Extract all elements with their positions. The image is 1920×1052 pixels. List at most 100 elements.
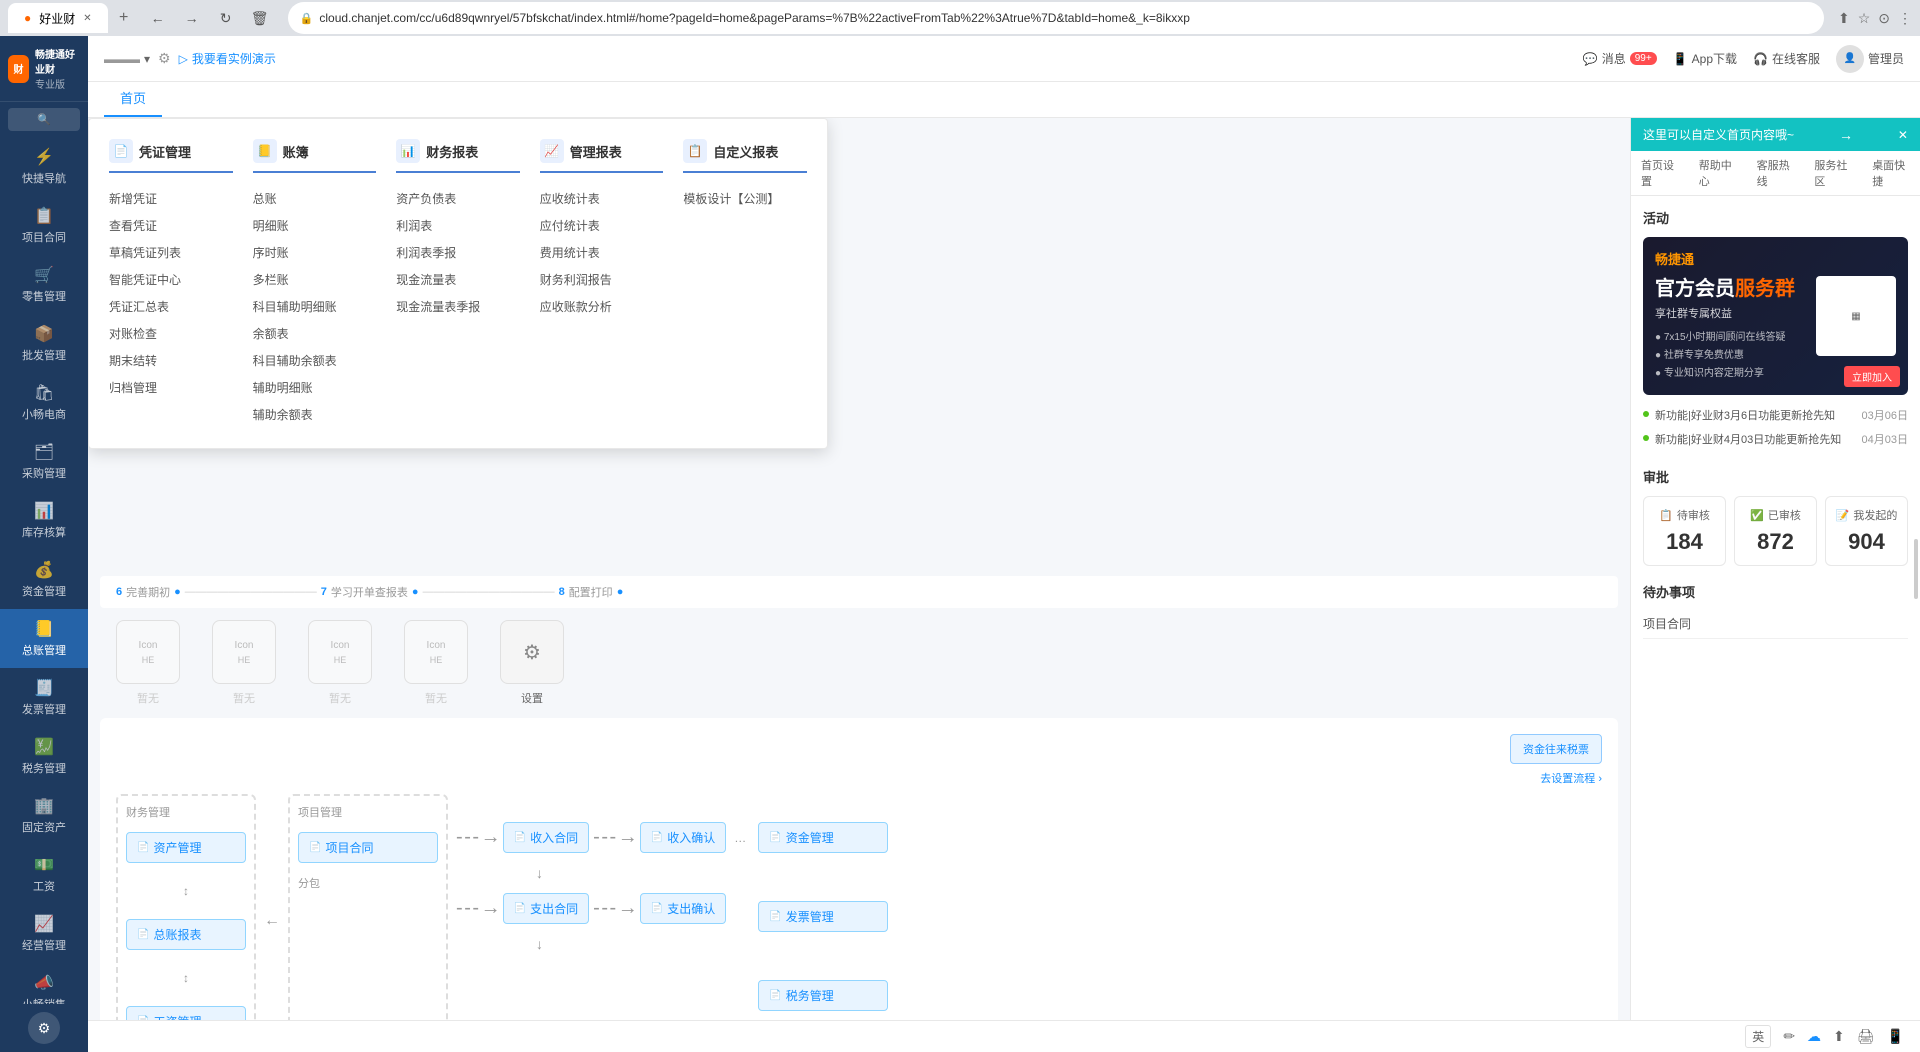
menu-balance-sheet[interactable]: 余额表 xyxy=(253,320,377,347)
quick-nav-help[interactable]: 帮助中心 xyxy=(1689,151,1747,195)
circle-icon[interactable]: ⊙ xyxy=(1878,10,1890,27)
sidebar-item-inventory[interactable]: 📊 库存核算 xyxy=(0,491,88,550)
upload-icon-bottom[interactable]: ⬆ xyxy=(1833,1028,1845,1045)
sidebar-item-operations[interactable]: 📈 经营管理 xyxy=(0,904,88,963)
banner-close-icon[interactable]: ✕ xyxy=(1898,128,1908,142)
cloud-icon[interactable]: ☁ xyxy=(1807,1028,1821,1045)
flow-general-report[interactable]: 📄 总账报表 xyxy=(126,919,246,950)
news-item-2[interactable]: 新功能|好业财4月03日功能更新抢先知 04月03日 xyxy=(1643,427,1908,451)
menu-profit-loss[interactable]: 利润表 xyxy=(396,212,520,239)
lang-btn[interactable]: 英 xyxy=(1745,1025,1771,1048)
todo-item-1[interactable]: 项目合同 xyxy=(1643,609,1908,639)
company-selector[interactable]: ▬▬▬ ▾ xyxy=(104,52,150,66)
icon-box-3[interactable]: Icon HE xyxy=(308,620,372,684)
menu-payable-stats[interactable]: 应付统计表 xyxy=(540,212,664,239)
sidebar-item-finance[interactable]: 💰 资金管理 xyxy=(0,550,88,609)
menu-aux-balance[interactable]: 辅助余额表 xyxy=(253,401,377,428)
delete-btn[interactable]: 🗑 xyxy=(246,4,274,32)
upload-icon[interactable]: ⬆ xyxy=(1838,10,1850,27)
edit-icon[interactable]: ✏ xyxy=(1783,1028,1795,1045)
app-download-btn[interactable]: 📱 App下载 xyxy=(1673,50,1737,67)
menu-detail-ledger[interactable]: 明细账 xyxy=(253,212,377,239)
demo-link[interactable]: ▷ 我要看实例演示 xyxy=(179,50,276,67)
sidebar-settings-btn[interactable]: ⚙ xyxy=(28,1012,60,1044)
menu-draft-voucher[interactable]: 草稿凭证列表 xyxy=(109,239,233,266)
quick-nav-home-settings[interactable]: 首页设置 xyxy=(1631,151,1689,195)
flow-tax-mgmt[interactable]: 📄 税务管理 xyxy=(758,980,888,1011)
flow-invoice-mgmt[interactable]: 📄 发票管理 xyxy=(758,901,888,932)
flow-income-contract[interactable]: 📄 收入合同 xyxy=(503,822,589,853)
menu-subject-aux-detail[interactable]: 科目辅助明细账 xyxy=(253,293,377,320)
menu-profit-quarterly[interactable]: 利润表季报 xyxy=(396,239,520,266)
flow-fund-mgmt[interactable]: 📄 资金管理 xyxy=(758,822,888,853)
menu-icon[interactable]: ⋮ xyxy=(1898,10,1912,27)
menu-aux-detail-ledger[interactable]: 辅助明细账 xyxy=(253,374,377,401)
menu-general-ledger[interactable]: 总账 xyxy=(253,185,377,212)
menu-balance-statement[interactable]: 资产负债表 xyxy=(396,185,520,212)
refresh-btn[interactable]: ↻ xyxy=(212,4,240,32)
flow-income-confirm[interactable]: 📄 收入确认 xyxy=(640,822,726,853)
setup-flow-link[interactable]: 去设置流程 › xyxy=(116,770,1602,786)
sidebar-item-shortcut[interactable]: ⚡ 快捷导航 xyxy=(0,137,88,196)
sidebar-item-salary[interactable]: 💵 工资 xyxy=(0,845,88,904)
sidebar-item-retail[interactable]: 🛒 零售管理 xyxy=(0,255,88,314)
sidebar-item-ecommerce[interactable]: 🛍 小畅电商 xyxy=(0,373,88,432)
menu-profit-report[interactable]: 财务利润报告 xyxy=(540,266,664,293)
sidebar-item-wholesale[interactable]: 📦 批发管理 xyxy=(0,314,88,373)
menu-voucher-summary[interactable]: 凭证汇总表 xyxy=(109,293,233,320)
cashier-btn[interactable]: 资金往来税票 xyxy=(1510,734,1602,764)
approval-card-pending[interactable]: 📋 待审核 184 xyxy=(1643,496,1726,566)
close-customize-btn[interactable]: → xyxy=(1839,127,1853,143)
menu-expense-stats[interactable]: 费用统计表 xyxy=(540,239,664,266)
online-service-btn[interactable]: 🎧 在线客服 xyxy=(1753,50,1820,67)
approval-card-initiated[interactable]: 📝 我发起的 904 xyxy=(1825,496,1908,566)
flow-expense-confirm[interactable]: 📄 支出确认 xyxy=(640,893,726,924)
menu-template-design[interactable]: 模板设计【公测】 xyxy=(683,185,807,212)
sidebar-item-project[interactable]: 📋 项目合同 xyxy=(0,196,88,255)
settings-gear-icon[interactable]: ⚙ xyxy=(158,50,171,67)
sidebar-item-general[interactable]: 📒 总账管理 xyxy=(0,609,88,668)
active-tab[interactable]: ● 好业财 ✕ xyxy=(8,3,108,33)
quick-nav-desktop[interactable]: 桌面快捷 xyxy=(1862,151,1920,195)
print-icon[interactable]: 🖨 xyxy=(1857,1028,1875,1045)
menu-reconciliation[interactable]: 对账检查 xyxy=(109,320,233,347)
back-btn[interactable]: ← xyxy=(144,4,172,32)
icon-box-1[interactable]: Icon HE xyxy=(116,620,180,684)
join-btn[interactable]: 立即加入 xyxy=(1844,366,1900,387)
menu-multi-column-ledger[interactable]: 多栏账 xyxy=(253,266,377,293)
forward-btn[interactable]: → xyxy=(178,4,206,32)
quick-nav-customer[interactable]: 客服热线 xyxy=(1747,151,1805,195)
menu-archive[interactable]: 归档管理 xyxy=(109,374,233,401)
menu-chronological-ledger[interactable]: 序时账 xyxy=(253,239,377,266)
menu-period-end[interactable]: 期末结转 xyxy=(109,347,233,374)
menu-receivable-stats[interactable]: 应收统计表 xyxy=(540,185,664,212)
new-tab-btn[interactable]: + xyxy=(112,6,136,30)
sidebar-item-purchase[interactable]: 🗂 采购管理 xyxy=(0,432,88,491)
menu-cashflow-quarterly[interactable]: 现金流量表季报 xyxy=(396,293,520,320)
address-bar[interactable]: 🔒 cloud.chanjet.com/cc/u6d89qwnryel/57bf… xyxy=(288,2,1824,34)
flow-expense-contract[interactable]: 📄 支出合同 xyxy=(503,893,589,924)
icon-box-settings[interactable]: ⚙ xyxy=(500,620,564,684)
message-btn[interactable]: 💬 消息 99+ xyxy=(1583,50,1657,67)
flow-salary-mgmt[interactable]: 📄 工资管理 xyxy=(126,1006,246,1020)
menu-subject-aux-balance[interactable]: 科目辅助余额表 xyxy=(253,347,377,374)
mobile-icon[interactable]: 📱 xyxy=(1887,1028,1904,1045)
sidebar-search-btn[interactable]: 🔍 xyxy=(8,108,80,131)
tab-close-btn[interactable]: ✕ xyxy=(83,13,91,24)
sidebar-item-marketing[interactable]: 📣 小畅销售 xyxy=(0,963,88,1004)
icon-box-4[interactable]: Icon HE xyxy=(404,620,468,684)
menu-view-voucher[interactable]: 查看凭证 xyxy=(109,212,233,239)
menu-cashflow[interactable]: 现金流量表 xyxy=(396,266,520,293)
sidebar-item-assets[interactable]: 🏢 固定资产 xyxy=(0,786,88,845)
icon-box-2[interactable]: Icon HE xyxy=(212,620,276,684)
tab-home[interactable]: 首页 xyxy=(104,80,162,117)
user-btn[interactable]: 👤 管理员 xyxy=(1836,45,1904,73)
news-item-1[interactable]: 新功能|好业财3月6日功能更新抢先知 03月06日 xyxy=(1643,403,1908,427)
menu-add-voucher[interactable]: 新增凭证 xyxy=(109,185,233,212)
sidebar-item-tax[interactable]: 💹 税务管理 xyxy=(0,727,88,786)
approval-card-approved[interactable]: ✅ 已审核 872 xyxy=(1734,496,1817,566)
menu-receivable-analysis[interactable]: 应收账款分析 xyxy=(540,293,664,320)
activity-banner[interactable]: 畅捷通 官方会员服务群 享社群专属权益 ● 7x15小时期间顾问在线答疑 ● 社… xyxy=(1643,237,1908,395)
sidebar-item-invoice[interactable]: 🧾 发票管理 xyxy=(0,668,88,727)
flow-asset-mgmt[interactable]: 📄 资产管理 xyxy=(126,832,246,863)
